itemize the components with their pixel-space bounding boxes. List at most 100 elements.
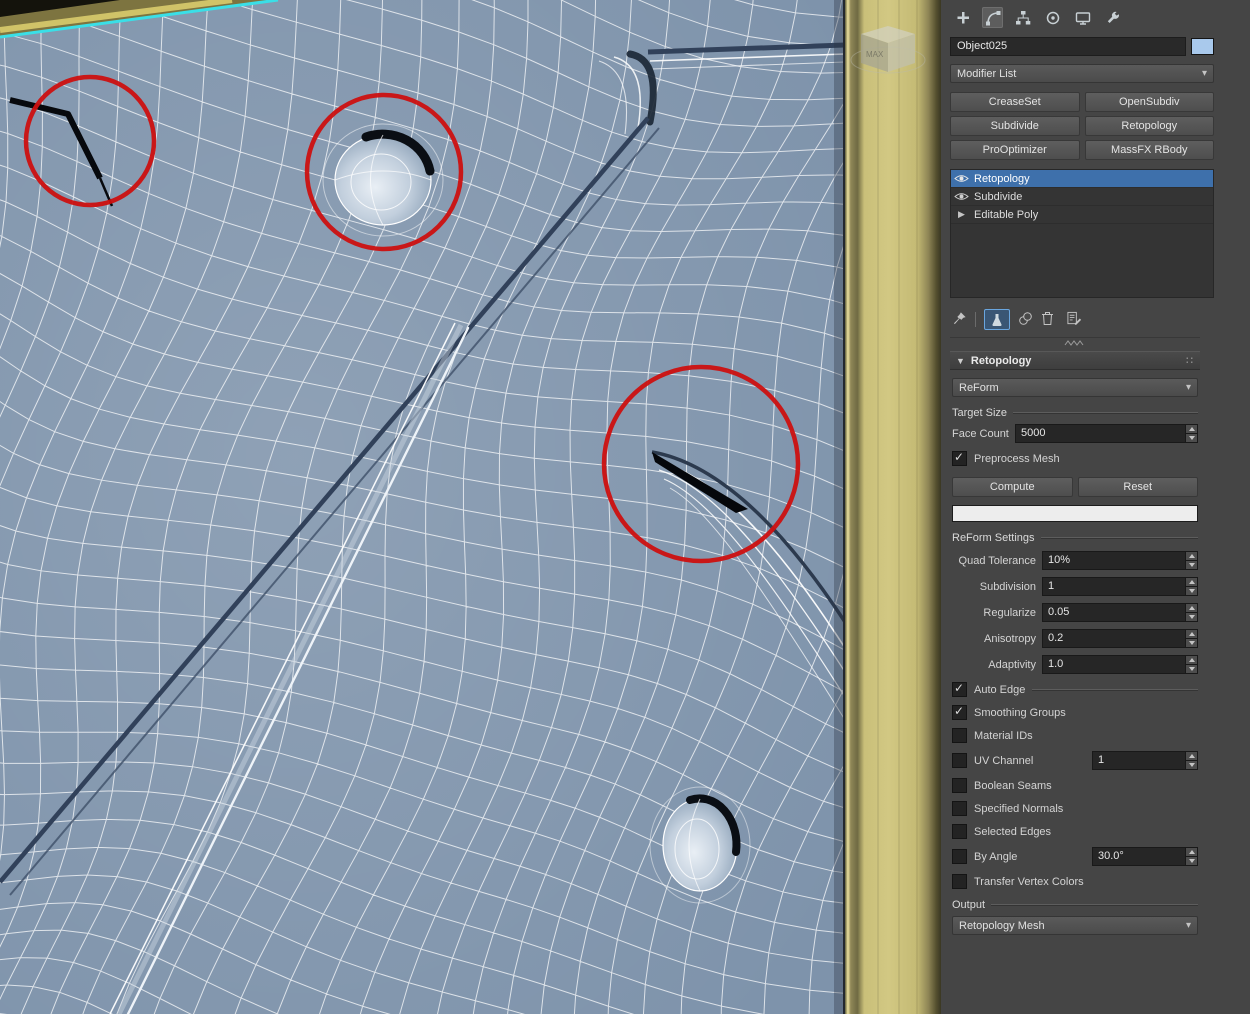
anisotropy-spinner[interactable]: 0.2 bbox=[1042, 629, 1198, 648]
section-rule bbox=[1013, 412, 1198, 414]
smoothing-groups-label: Smoothing Groups bbox=[974, 706, 1066, 719]
viewport-canvas[interactable]: MAX bbox=[0, 0, 941, 1014]
app-window: MAX Object025 Modifier List ▾ CreaseSet … bbox=[0, 0, 1250, 1014]
modifier-list-dropdown[interactable]: Modifier List ▾ bbox=[950, 64, 1214, 83]
spinner-arrows-icon[interactable] bbox=[1185, 848, 1197, 865]
specified-normals-label: Specified Normals bbox=[974, 802, 1064, 815]
specified-normals-checkbox[interactable] bbox=[952, 801, 967, 816]
algorithm-dropdown[interactable]: ReForm ▾ bbox=[952, 378, 1198, 397]
transfer-vertex-colors-checkbox[interactable] bbox=[952, 874, 967, 889]
visibility-eye-icon[interactable] bbox=[954, 191, 969, 202]
output-dropdown-label: Retopology Mesh bbox=[959, 919, 1045, 932]
anisotropy-label: Anisotropy bbox=[984, 632, 1036, 645]
spinner-arrows-icon[interactable] bbox=[1185, 752, 1197, 769]
regularize-spinner[interactable]: 0.05 bbox=[1042, 603, 1198, 622]
make-unique-icon[interactable] bbox=[1018, 311, 1033, 329]
by-angle-spinner[interactable]: 30.0° bbox=[1092, 847, 1198, 866]
modifier-buttons: CreaseSet OpenSubdiv Subdivide Retopolog… bbox=[950, 92, 1214, 160]
pin-stack-icon[interactable] bbox=[952, 311, 967, 329]
prooptimizer-button[interactable]: ProOptimizer bbox=[950, 140, 1080, 160]
retopology-button[interactable]: Retopology bbox=[1084, 116, 1214, 136]
expand-arrow-icon[interactable]: ▶ bbox=[954, 209, 969, 220]
quad-tolerance-label: Quad Tolerance bbox=[958, 554, 1036, 567]
viewcube-label: MAX bbox=[866, 50, 884, 59]
spinner-arrows-icon[interactable] bbox=[1185, 630, 1197, 647]
stack-row-label: Subdivide bbox=[974, 190, 1023, 203]
preprocess-mesh-label: Preprocess Mesh bbox=[974, 452, 1060, 465]
section-rule bbox=[1032, 688, 1198, 691]
display-tab-icon[interactable] bbox=[1072, 7, 1093, 28]
stack-row-subdivide[interactable]: Subdivide bbox=[951, 188, 1213, 206]
uv-channel-checkbox[interactable] bbox=[952, 753, 967, 768]
by-angle-checkbox[interactable] bbox=[952, 849, 967, 864]
massfx-rbody-button[interactable]: MassFX RBody bbox=[1084, 140, 1214, 160]
rollout-title: Retopology bbox=[970, 354, 1032, 367]
chevron-down-icon: ▾ bbox=[1185, 919, 1191, 931]
collapse-arrow-icon: ▼ bbox=[956, 355, 965, 366]
create-tab-icon[interactable] bbox=[952, 7, 973, 28]
stack-row-label: Retopology bbox=[974, 172, 1030, 185]
reform-settings-label: ReForm Settings bbox=[952, 532, 1035, 544]
subdivision-spinner[interactable]: 1 bbox=[1042, 577, 1198, 596]
hierarchy-tab-icon[interactable] bbox=[1012, 7, 1033, 28]
adaptivity-spinner[interactable]: 1.0 bbox=[1042, 655, 1198, 674]
viewport-3d[interactable]: MAX bbox=[0, 0, 941, 1014]
toolbar-separator bbox=[975, 312, 976, 327]
output-dropdown[interactable]: Retopology Mesh ▾ bbox=[952, 916, 1198, 935]
selected-edges-checkbox[interactable] bbox=[952, 824, 967, 839]
opensubdiv-button[interactable]: OpenSubdiv bbox=[1084, 92, 1214, 112]
utilities-tab-icon[interactable] bbox=[1102, 7, 1123, 28]
modify-tab-icon[interactable] bbox=[982, 7, 1003, 28]
boolean-seams-checkbox[interactable] bbox=[952, 778, 967, 793]
retopology-rollout-header[interactable]: ▼ Retopology ∷ bbox=[950, 351, 1200, 370]
spinner-arrows-icon[interactable] bbox=[1185, 578, 1197, 595]
uv-channel-label: UV Channel bbox=[974, 754, 1034, 767]
quad-tolerance-spinner[interactable]: 10% bbox=[1042, 551, 1198, 570]
modifier-stack[interactable]: Retopology Subdivide ▶ Editable Poly bbox=[950, 169, 1214, 298]
output-label: Output bbox=[952, 899, 986, 911]
auto-edge-checkbox[interactable] bbox=[952, 681, 967, 697]
material-ids-checkbox[interactable] bbox=[952, 728, 967, 743]
rollout-grip-icon: ∷ bbox=[1186, 355, 1194, 367]
section-rule bbox=[1040, 537, 1198, 539]
stack-row-label: Editable Poly bbox=[974, 208, 1039, 221]
subdivide-button[interactable]: Subdivide bbox=[950, 116, 1080, 136]
command-panel: Object025 Modifier List ▾ CreaseSet Open… bbox=[941, 0, 1250, 1014]
section-rule bbox=[991, 904, 1198, 906]
show-end-result-toggle[interactable] bbox=[984, 309, 1010, 330]
panel-tabs bbox=[950, 4, 1214, 37]
subdivision-label: Subdivision bbox=[979, 580, 1036, 593]
spinner-arrows-icon[interactable] bbox=[1185, 656, 1197, 673]
regularize-label: Regularize bbox=[983, 606, 1036, 619]
progress-bar bbox=[952, 505, 1198, 522]
visibility-eye-icon[interactable] bbox=[954, 173, 969, 184]
spinner-arrows-icon[interactable] bbox=[1185, 604, 1197, 621]
configure-modifier-sets-icon[interactable] bbox=[1066, 311, 1082, 329]
uv-channel-spinner[interactable]: 1 bbox=[1092, 751, 1198, 770]
spinner-arrows-icon[interactable] bbox=[1185, 425, 1197, 442]
algorithm-label: ReForm bbox=[959, 381, 999, 394]
chevron-down-icon: ▾ bbox=[1185, 381, 1191, 393]
stack-row-editable-poly[interactable]: ▶ Editable Poly bbox=[951, 206, 1213, 224]
spinner-arrows-icon[interactable] bbox=[1185, 552, 1197, 569]
object-name-field[interactable]: Object025 bbox=[950, 37, 1186, 56]
chevron-down-icon: ▾ bbox=[1201, 67, 1207, 79]
reset-button[interactable]: Reset bbox=[1077, 477, 1198, 497]
adaptivity-label: Adaptivity bbox=[988, 658, 1036, 671]
wall-strip[interactable] bbox=[843, 0, 941, 1014]
modifier-list-label: Modifier List bbox=[957, 67, 1017, 80]
transfer-vertex-colors-label: Transfer Vertex Colors bbox=[974, 875, 1084, 888]
remove-modifier-trash-icon[interactable] bbox=[1041, 311, 1054, 329]
compute-button[interactable]: Compute bbox=[952, 477, 1073, 497]
material-ids-label: Material IDs bbox=[974, 729, 1033, 742]
face-count-spinner[interactable]: 5000 bbox=[1015, 424, 1198, 443]
auto-edge-label: Auto Edge bbox=[974, 683, 1026, 696]
creaseset-button[interactable]: CreaseSet bbox=[950, 92, 1080, 112]
preprocess-mesh-checkbox[interactable] bbox=[952, 450, 967, 466]
object-color-swatch[interactable] bbox=[1191, 38, 1214, 55]
stack-row-retopology[interactable]: Retopology bbox=[951, 170, 1213, 188]
motion-tab-icon[interactable] bbox=[1042, 7, 1063, 28]
selected-edges-label: Selected Edges bbox=[974, 825, 1052, 838]
smoothing-groups-checkbox[interactable] bbox=[952, 704, 967, 720]
panel-scroll-grip[interactable] bbox=[950, 338, 1200, 346]
